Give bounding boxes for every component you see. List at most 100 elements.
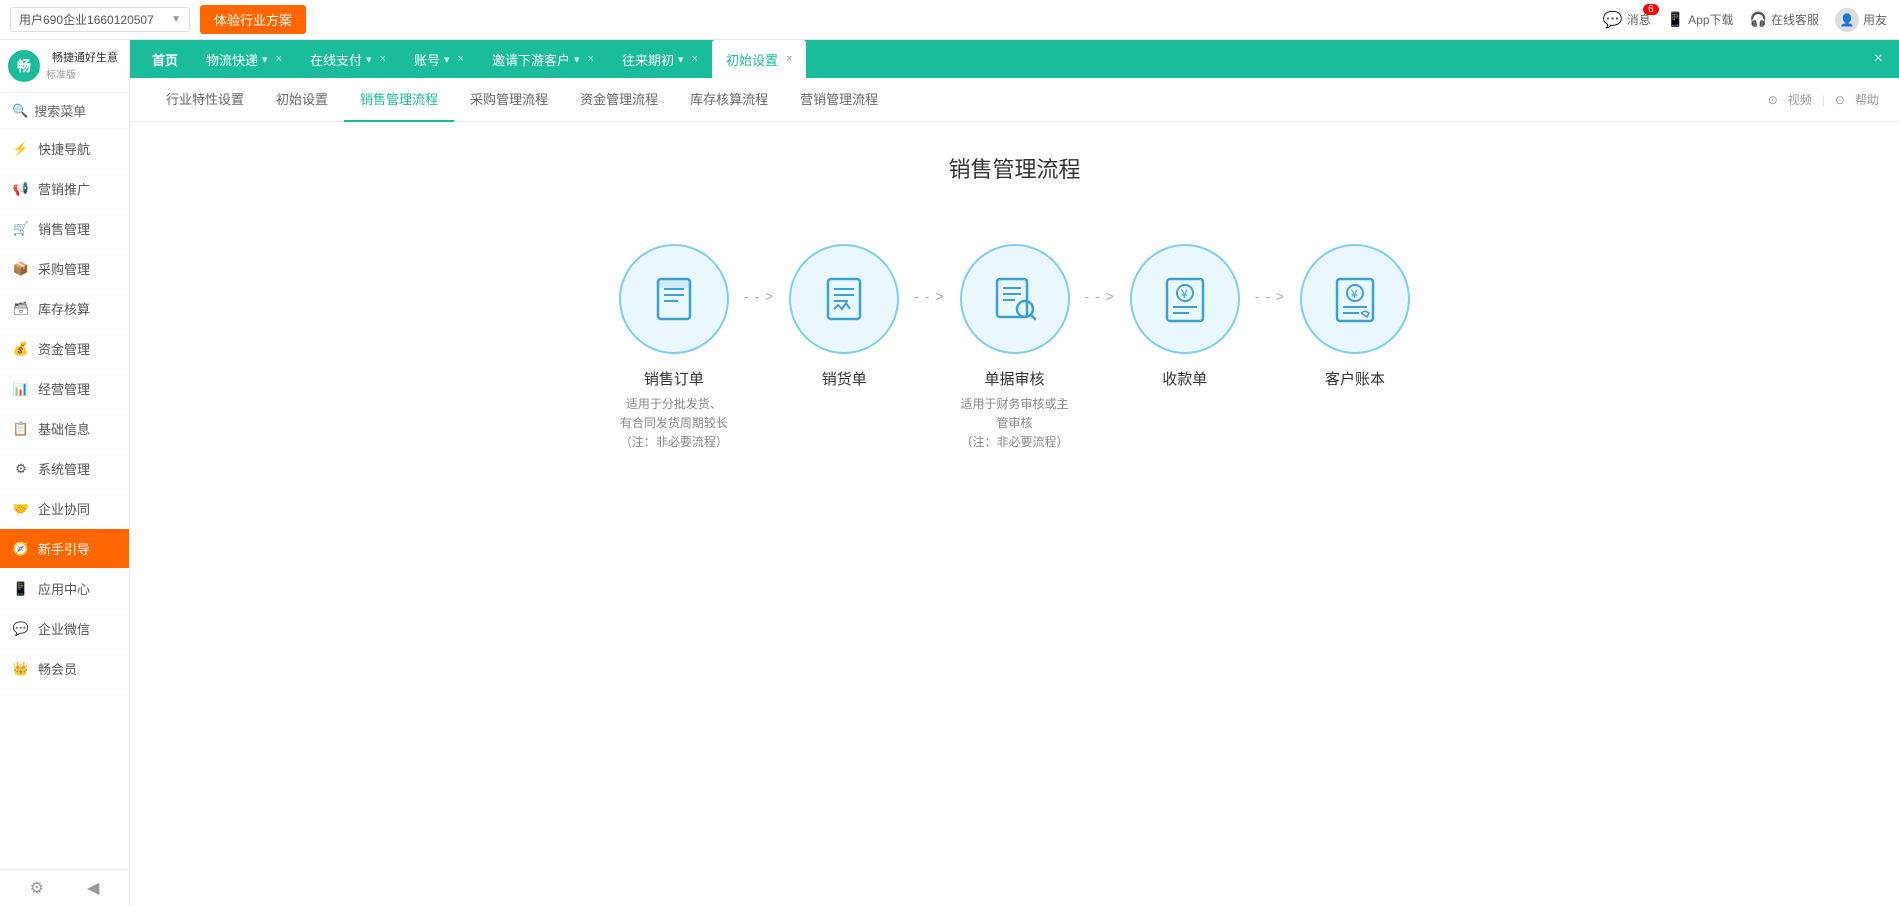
sidebar-item-new-guide[interactable]: 🧭 新手引导 (0, 529, 129, 569)
message-badge: 6 (1643, 4, 1659, 15)
phone-icon: 📱 (1667, 11, 1684, 28)
top-bar-left: 用户690企业1660120507 ▼ 体验行业方案 (0, 5, 306, 34)
sub-tab-initial-settings[interactable]: 初始设置 (260, 78, 344, 122)
enterprise-wechat-icon: 💬 (12, 620, 30, 638)
nav-tab-close-invite[interactable]: × (588, 53, 594, 65)
sidebar-item-purchase-mgmt[interactable]: 📦采购管理 (0, 249, 129, 289)
sub-tab-label-sales-flow: 销售管理流程 (360, 89, 438, 108)
top-bar: 用户690企业1660120507 ▼ 体验行业方案 💬 6 消息 📱 App下… (0, 0, 1899, 40)
logo-text-area: 畅捷通好生意 标准版 (46, 51, 118, 80)
nav-tab-init-settings[interactable]: 初始设置 × (712, 40, 806, 78)
nav-tab-label-period: 往来期初 (622, 50, 674, 69)
help-icon: ⊙ (1835, 93, 1845, 107)
nav-tab-invite[interactable]: 邀请下游客户 ▾ × (478, 40, 608, 78)
app-download-label: App下载 (1688, 11, 1733, 28)
search-menu-item[interactable]: 🔍 搜索菜单 (0, 93, 129, 129)
try-industry-button[interactable]: 体验行业方案 (200, 5, 306, 34)
flow-desc-sales-order: 适用于分批发货、有合同发货周期较长（注：非必要流程） (620, 395, 728, 453)
flow-label-receipt: 收款单 (1162, 368, 1207, 389)
sidebar-item-marketing-promo[interactable]: 📢营销推广 (0, 169, 129, 209)
nav-tab-close-period[interactable]: × (692, 53, 698, 65)
nav-tab-close-init-settings[interactable]: × (786, 53, 792, 65)
sub-tab-label-marketing-flow: 营销管理流程 (800, 89, 878, 108)
sub-tabs-bar: 行业特性设置初始设置销售管理流程 采购管理流程 资金管理流程库存核算流程营销管理流程… (130, 78, 1899, 122)
sidebar-label-quick-nav: 快捷导航 (38, 139, 90, 158)
nav-tab-label-init-settings: 初始设置 (726, 50, 778, 69)
flow-step-customer-ledger: ¥ 客户账本 (1275, 244, 1435, 395)
nav-tab-label-invite: 邀请下游客户 (492, 50, 570, 69)
sub-tab-industry-settings[interactable]: 行业特性设置 (150, 78, 260, 122)
sub-tab-sales-flow[interactable]: 销售管理流程 (344, 78, 454, 122)
sidebar-item-enterprise-collab[interactable]: 🤝企业协同 (0, 489, 129, 529)
search-menu-label: 搜索菜单 (34, 101, 86, 120)
headset-icon: 🎧 (1750, 11, 1767, 28)
flow-step-sales-order: 销售订单 适用于分批发货、有合同发货周期较长（注：非必要流程） (594, 244, 754, 453)
logo-area: 畅 畅捷通好生意 标准版 (0, 40, 129, 93)
sidebar-label-new-guide: 新手引导 (38, 539, 90, 558)
nav-tab-account[interactable]: 账号▾× (400, 40, 478, 78)
sub-tab-capital-flow[interactable]: 资金管理流程 (564, 78, 674, 122)
collapse-icon[interactable]: ◀ (87, 878, 99, 898)
sidebar-item-enterprise-wechat[interactable]: 💬企业微信 (0, 609, 129, 649)
nav-tab-close-account[interactable]: × (458, 53, 464, 65)
sub-tab-marketing-flow[interactable]: 营销管理流程 (784, 78, 894, 122)
flow-step-receipt: ¥ 收款单 (1105, 244, 1265, 395)
online-service-label: 在线客服 (1771, 11, 1819, 28)
sidebar-label-sales-mgmt: 销售管理 (38, 219, 90, 238)
message-item[interactable]: 💬 6 消息 (1603, 10, 1651, 30)
flow-step-doc-audit: 单据审核 适用于财务审核或主管审核（注：非必要流程） (935, 244, 1095, 453)
nav-tab-arrow-period: ▾ (678, 53, 684, 66)
video-label[interactable]: 视频 (1788, 91, 1812, 108)
user-profile-item[interactable]: 👤 用友 (1835, 8, 1887, 32)
nav-tab-home[interactable]: 首页 (138, 40, 192, 78)
nav-tab-payment[interactable]: 在线支付▾× (296, 40, 400, 78)
svg-text:¥: ¥ (1180, 287, 1188, 301)
sidebar-item-operations[interactable]: 📊经营管理 (0, 369, 129, 409)
sidebar-item-quick-nav[interactable]: ⚡快捷导航 (0, 129, 129, 169)
sub-tab-inventory-flow[interactable]: 库存核算流程 (674, 78, 784, 122)
app-center-icon: 📱 (12, 580, 30, 598)
sidebar-label-marketing-promo: 营销推广 (38, 179, 90, 198)
sidebar-item-finance[interactable]: 💰资金管理 (0, 329, 129, 369)
sidebar-item-inventory[interactable]: 🗃库存核算 (0, 289, 129, 329)
logo-title: 畅捷通好生意 (52, 51, 118, 65)
nav-tab-logistics[interactable]: 物流快递▾× (192, 40, 296, 78)
sidebar: 畅 畅捷通好生意 标准版 🔍 搜索菜单 ⚡快捷导航📢营销推广🛒销售管理📦采购管理… (0, 40, 130, 906)
sub-tab-purchase-flow[interactable]: 采购管理流程 (454, 78, 564, 122)
nav-tab-period[interactable]: 往来期初 ▾ × (608, 40, 712, 78)
flow-circle-doc-audit (960, 244, 1070, 354)
sidebar-label-vip: 畅会员 (38, 659, 77, 678)
nav-tab-close-payment[interactable]: × (380, 53, 386, 65)
sub-tabs-actions: ⊙ 视频 | ⊙ 帮助 (1768, 91, 1879, 108)
flow-diagram: 销售订单 适用于分批发货、有合同发货周期较长（注：非必要流程） - - > 销货… (150, 244, 1879, 453)
sub-tab-label-capital-flow: 资金管理流程 (580, 89, 658, 108)
sidebar-item-sales-mgmt[interactable]: 🛒销售管理 (0, 209, 129, 249)
sidebar-item-system-mgmt[interactable]: ⚙系统管理 (0, 449, 129, 489)
online-service-item[interactable]: 🎧 在线客服 (1750, 11, 1819, 28)
sidebar-label-purchase-mgmt: 采购管理 (38, 259, 90, 278)
app-download-item[interactable]: 📱 App下载 (1667, 11, 1734, 28)
sub-tab-label-purchase-flow: 采购管理流程 (470, 89, 548, 108)
inventory-icon: 🗃 (12, 300, 30, 318)
sidebar-item-app-center[interactable]: 📱 应用中心 (0, 569, 129, 609)
sidebar-label-basic-info: 基础信息 (38, 419, 90, 438)
nav-tab-arrow-invite: ▾ (574, 53, 580, 66)
nav-tab-label-account: 账号 (414, 50, 440, 69)
sidebar-item-vip[interactable]: 👑畅会员 (0, 649, 129, 689)
avatar-icon: 👤 (1840, 13, 1855, 27)
help-label[interactable]: 帮助 (1855, 91, 1879, 108)
nav-tab-close-logistics[interactable]: × (276, 53, 282, 65)
enterprise-collab-icon: 🤝 (12, 500, 30, 518)
sidebar-label-finance: 资金管理 (38, 339, 90, 358)
flow-circle-customer-ledger: ¥ (1300, 244, 1410, 354)
nav-tab-arrow-logistics: ▾ (262, 53, 268, 66)
sidebar-label-app-center: 应用中心 (38, 579, 90, 598)
sidebar-item-basic-info[interactable]: 📋基础信息 (0, 409, 129, 449)
logo-icon: 畅 (8, 50, 40, 82)
new-guide-icon: 🧭 (12, 540, 30, 558)
flow-label-doc-audit: 单据审核 (984, 368, 1044, 389)
settings-icon[interactable]: ⚙ (30, 878, 44, 898)
user-selector[interactable]: 用户690企业1660120507 ▼ (10, 7, 190, 32)
nav-close-all[interactable]: × (1866, 50, 1891, 68)
content-area: 首页物流快递▾×在线支付▾×账号▾×邀请下游客户▾×往来期初▾×初始设置×× 行… (130, 40, 1899, 906)
